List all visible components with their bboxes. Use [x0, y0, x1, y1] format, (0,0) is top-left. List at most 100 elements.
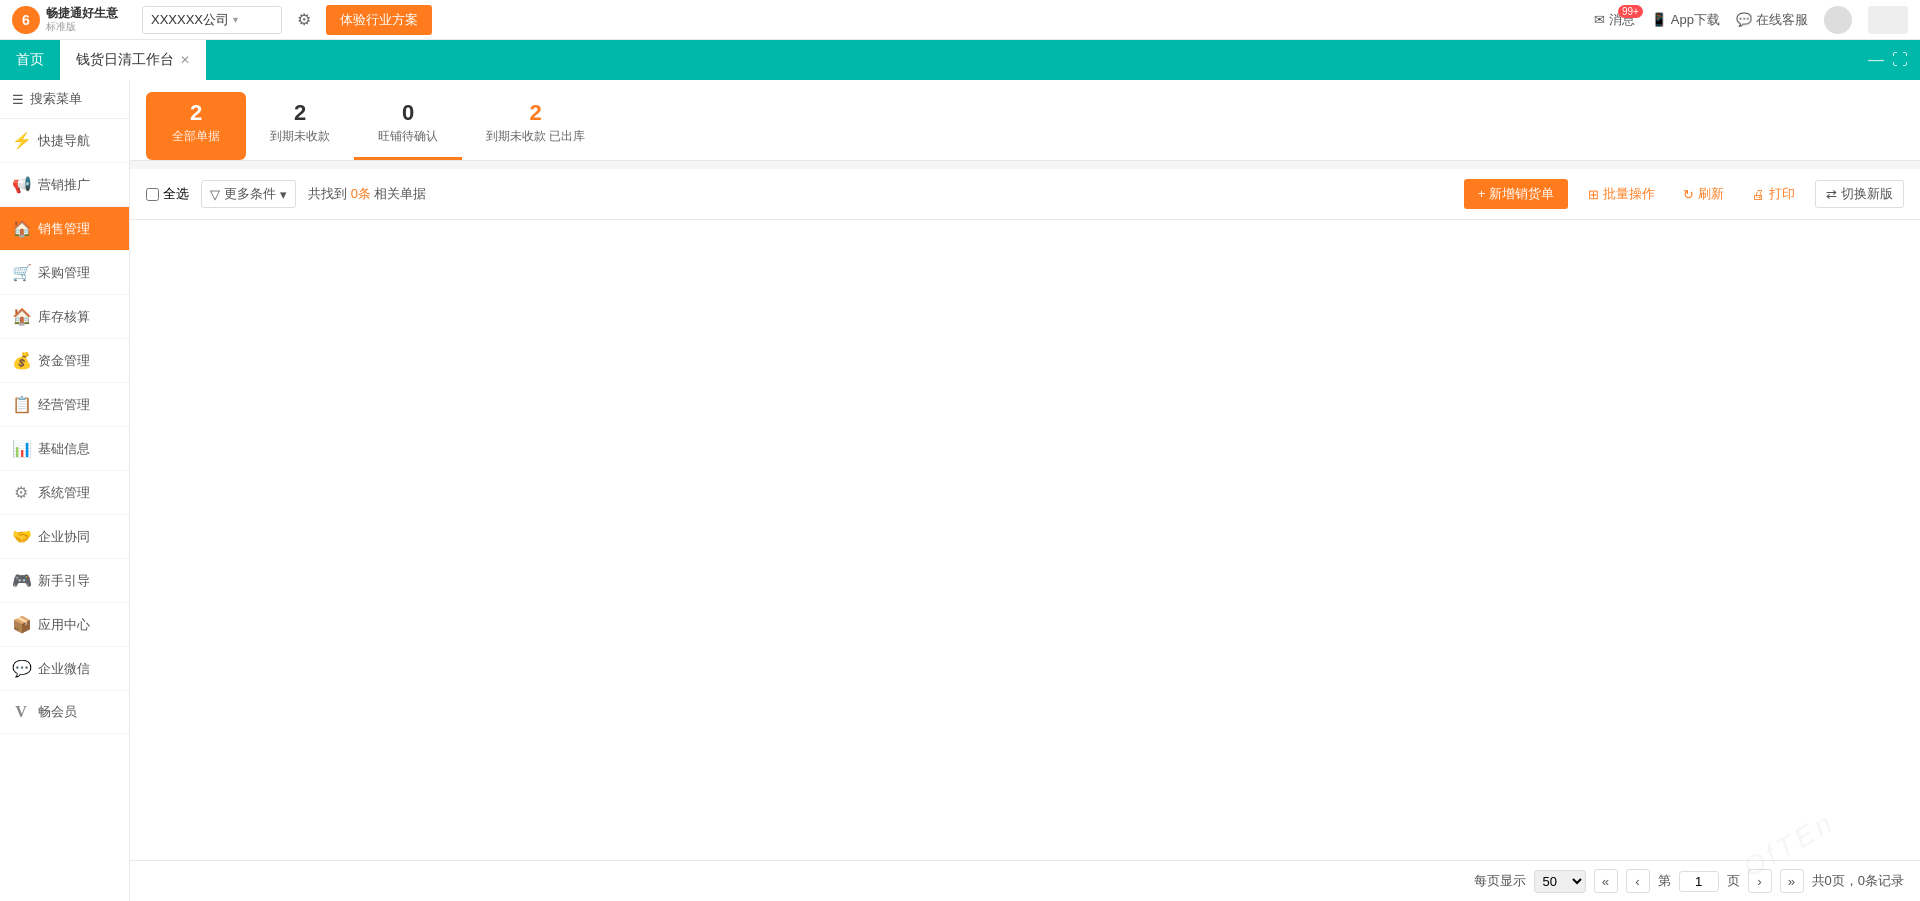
message-button[interactable]: ✉ 消息 99+ — [1594, 11, 1635, 29]
app-download-button[interactable]: 📱 App下载 — [1651, 11, 1720, 29]
app-logo-icon: 6 — [12, 6, 40, 34]
stat-tab-overdue-shipped[interactable]: 2 到期未收款 已出库 — [462, 92, 609, 160]
sidebar-item-basic-info[interactable]: 📊 基础信息 — [0, 427, 129, 471]
sidebar-item-app-center[interactable]: 📦 应用中心 — [0, 603, 129, 647]
batch-operation-button[interactable]: ⊞ 批量操作 — [1580, 181, 1663, 207]
company-selector[interactable]: XXXXXX公司 ▾ — [142, 6, 282, 34]
per-page-select[interactable]: 50 100 200 — [1534, 870, 1586, 893]
search-label: 搜索菜单 — [30, 90, 82, 108]
sidebar-item-label: 采购管理 — [38, 264, 90, 282]
sidebar-item-sales[interactable]: 🏠 销售管理 — [0, 207, 129, 251]
sidebar-item-system[interactable]: ⚙ 系统管理 — [0, 471, 129, 515]
sidebar-item-label: 库存核算 — [38, 308, 90, 326]
toolbar: 全选 ▽ 更多条件 ▾ 共找到 0条 相关单据 + 新增销货单 ⊞ 批量操作 — [130, 169, 1920, 220]
quick-nav-icon: ⚡ — [12, 131, 30, 150]
close-tab-icon[interactable]: ✕ — [180, 53, 190, 67]
enterprise-icon: 🤝 — [12, 527, 30, 546]
maximize-icon[interactable]: ⛶ — [1892, 51, 1908, 69]
first-page-button[interactable]: « — [1594, 869, 1618, 893]
minimize-icon[interactable]: — — [1868, 51, 1884, 69]
sidebar-item-label: 基础信息 — [38, 440, 90, 458]
stat-all-number: 2 — [190, 100, 202, 126]
pagination-bar: 每页显示 50 100 200 « ‹ 第 页 › » 共0页，0条记录 — [130, 860, 1920, 901]
stat-overdue-shipped-label: 到期未收款 已出库 — [486, 128, 585, 145]
sidebar-item-label: 经营管理 — [38, 396, 90, 414]
table-area — [130, 220, 1920, 860]
batch-label: 批量操作 — [1603, 185, 1655, 203]
inventory-icon: 🏠 — [12, 307, 30, 326]
sidebar-item-weixin[interactable]: 💬 企业微信 — [0, 647, 129, 691]
marketing-icon: 📢 — [12, 175, 30, 194]
finance-icon: 💰 — [12, 351, 30, 370]
switch-icon: ⇄ — [1826, 187, 1837, 202]
sidebar-item-purchase[interactable]: 🛒 采购管理 — [0, 251, 129, 295]
select-all-checkbox[interactable] — [146, 188, 159, 201]
sidebar-item-label: 企业协同 — [38, 528, 90, 546]
message-icon: ✉ — [1594, 12, 1605, 27]
sidebar-item-marketing[interactable]: 📢 营销推广 — [0, 163, 129, 207]
print-label: 打印 — [1769, 185, 1795, 203]
tab-workbench[interactable]: 钱货日清工作台 ✕ — [60, 40, 206, 80]
content-area: 2 全部单据 2 到期未收款 0 旺铺待确认 2 到期未收款 已出库 全选 — [130, 80, 1920, 901]
top-header: 6 畅捷通好生意 标准版 XXXXXX公司 ▾ ⚙ 体验行业方案 ✉ 消息 99… — [0, 0, 1920, 40]
sidebar: ☰ 搜索菜单 ⚡ 快捷导航 📢 营销推广 🏠 销售管理 🛒 采购管理 🏠 库存核… — [0, 80, 130, 901]
toolbar-right: + 新增销货单 ⊞ 批量操作 ↻ 刷新 🖨 打印 ⇄ 切换新版 — [1464, 179, 1904, 209]
stat-tab-all[interactable]: 2 全部单据 — [146, 92, 246, 160]
stat-overdue-shipped-number: 2 — [530, 100, 542, 126]
sidebar-item-finance[interactable]: 💰 资金管理 — [0, 339, 129, 383]
sidebar-item-operations[interactable]: 📋 经营管理 — [0, 383, 129, 427]
sidebar-item-quick-nav[interactable]: ⚡ 快捷导航 — [0, 119, 129, 163]
chevron-down-icon: ▾ — [233, 14, 238, 25]
add-sales-order-button[interactable]: + 新增销货单 — [1464, 179, 1568, 209]
page-number-input[interactable] — [1679, 871, 1719, 892]
stat-wangpu-label: 旺铺待确认 — [378, 128, 438, 145]
prev-page-button[interactable]: ‹ — [1626, 869, 1650, 893]
nav-tabs: 首页 钱货日清工作台 ✕ — ⛶ — [0, 40, 1920, 80]
sidebar-search[interactable]: ☰ 搜索菜单 — [0, 80, 129, 119]
print-button[interactable]: 🖨 打印 — [1744, 181, 1803, 207]
sidebar-item-label: 应用中心 — [38, 616, 90, 634]
avatar[interactable] — [1824, 6, 1852, 34]
found-count: 0条 — [351, 186, 371, 201]
sidebar-item-member[interactable]: V 畅会员 — [0, 691, 129, 734]
switch-version-button[interactable]: ⇄ 切换新版 — [1815, 180, 1904, 208]
weixin-icon: 💬 — [12, 659, 30, 678]
stat-overdue-label: 到期未收款 — [270, 128, 330, 145]
online-service-button[interactable]: 💬 在线客服 — [1736, 11, 1808, 29]
sidebar-item-enterprise[interactable]: 🤝 企业协同 — [0, 515, 129, 559]
found-text: 共找到 0条 相关单据 — [308, 185, 426, 203]
sales-icon: 🏠 — [12, 219, 30, 238]
user-menu[interactable] — [1868, 6, 1908, 34]
basic-info-icon: 📊 — [12, 439, 30, 458]
purchase-icon: 🛒 — [12, 263, 30, 282]
tab-home[interactable]: 首页 — [0, 40, 60, 80]
sidebar-item-label: 销售管理 — [38, 220, 90, 238]
last-page-button[interactable]: » — [1780, 869, 1804, 893]
experience-button[interactable]: 体验行业方案 — [326, 5, 432, 35]
refresh-icon: ↻ — [1683, 187, 1694, 202]
total-records-label: 共0页，0条记录 — [1812, 872, 1904, 890]
sidebar-item-beginner[interactable]: 🎮 新手引导 — [0, 559, 129, 603]
service-icon: 💬 — [1736, 12, 1752, 27]
app-center-icon: 📦 — [12, 615, 30, 634]
stat-wangpu-number: 0 — [402, 100, 414, 126]
app-title: 畅捷通好生意 — [46, 6, 118, 20]
stat-tab-overdue[interactable]: 2 到期未收款 — [246, 92, 354, 160]
tab-home-label: 首页 — [16, 51, 44, 69]
select-all-area[interactable]: 全选 — [146, 185, 189, 203]
settings-button[interactable]: ⚙ — [290, 6, 318, 34]
stat-tab-wangpu[interactable]: 0 旺铺待确认 — [354, 92, 462, 160]
sidebar-item-label: 企业微信 — [38, 660, 90, 678]
member-icon: V — [12, 703, 30, 721]
refresh-button[interactable]: ↻ 刷新 — [1675, 181, 1732, 207]
stat-all-label: 全部单据 — [172, 128, 220, 145]
stats-tabs: 2 全部单据 2 到期未收款 0 旺铺待确认 2 到期未收款 已出库 — [130, 80, 1920, 161]
header-right: ✉ 消息 99+ 📱 App下载 💬 在线客服 — [1594, 6, 1908, 34]
next-page-button[interactable]: › — [1748, 869, 1772, 893]
app-subtitle: 标准版 — [46, 21, 118, 33]
sidebar-item-inventory[interactable]: 🏠 库存核算 — [0, 295, 129, 339]
filter-label: 更多条件 — [224, 185, 276, 203]
filter-button[interactable]: ▽ 更多条件 ▾ — [201, 180, 296, 208]
beginner-icon: 🎮 — [12, 571, 30, 590]
download-icon: 📱 — [1651, 12, 1667, 27]
